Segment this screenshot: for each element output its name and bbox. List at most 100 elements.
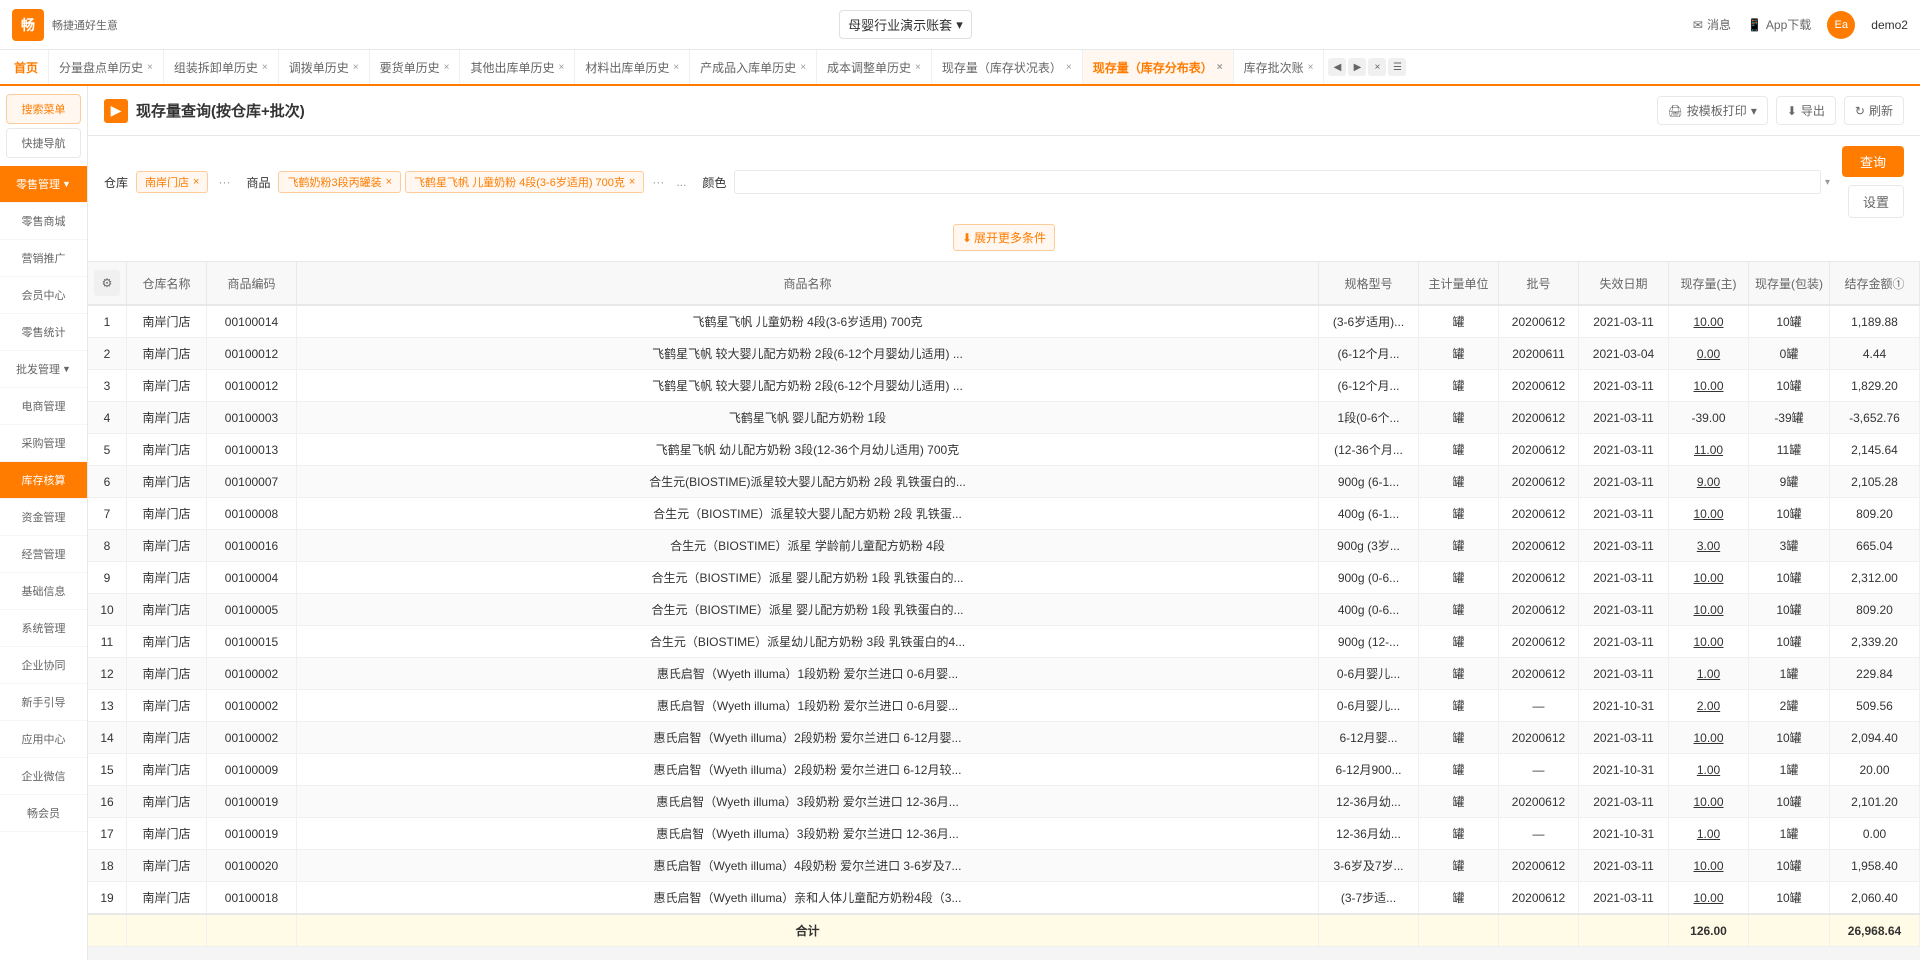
sidebar-item-inventory[interactable]: 库存核算 <box>0 462 87 499</box>
sidebar-item-wechat[interactable]: 企业微信 <box>0 758 87 795</box>
tab-home[interactable]: 首页 <box>4 50 49 85</box>
tab-close-icon[interactable]: × <box>800 62 806 73</box>
message-label: 消息 <box>1707 16 1731 33</box>
cell-stock-main[interactable]: 1.00 <box>1669 818 1749 850</box>
product-tag-close[interactable]: × <box>629 176 635 188</box>
cell-code: 00100020 <box>207 850 297 882</box>
cell-stock-main[interactable]: 10.00 <box>1669 626 1749 658</box>
color-input[interactable] <box>734 170 1821 194</box>
tab-menu[interactable]: ☰ <box>1388 58 1406 76</box>
sidebar-item-retail[interactable]: 零售管理 ▼ <box>0 166 87 203</box>
app-download-btn[interactable]: 📱 App下载 <box>1747 16 1811 33</box>
tab-material-out[interactable]: 材料出库单历史 × <box>575 50 690 85</box>
template-print-btn[interactable]: 🖨 按模板打印 ▾ <box>1657 96 1768 125</box>
tab-close-icon[interactable]: × <box>147 62 153 73</box>
tab-disassemble[interactable]: 组装拆卸单历史 × <box>164 50 279 85</box>
sidebar-item-appstore[interactable]: 应用中心 <box>0 721 87 758</box>
footer-empty <box>1419 914 1499 947</box>
cell-stock-main[interactable]: 1.00 <box>1669 754 1749 786</box>
sidebar-item-newguide[interactable]: 新手引导 <box>0 684 87 721</box>
tab-other-out[interactable]: 其他出库单历史 × <box>460 50 575 85</box>
tab-product-in[interactable]: 产成品入库单历史 × <box>690 50 817 85</box>
tab-close-all[interactable]: × <box>1368 58 1386 76</box>
tab-stock-dist[interactable]: 现存量（库存分布表） × <box>1083 50 1234 85</box>
sidebar-item-retail-shop[interactable]: 零售商城 <box>0 203 87 240</box>
tab-close-icon[interactable]: × <box>1308 62 1314 73</box>
cell-stock-main[interactable]: 10.00 <box>1669 882 1749 915</box>
cell-stock-main[interactable]: 9.00 <box>1669 466 1749 498</box>
sidebar-item-enterprise[interactable]: 企业协同 <box>0 647 87 684</box>
tab-label: 现存量（库存状况表） <box>942 59 1062 76</box>
cell-stock-main[interactable]: 1.00 <box>1669 658 1749 690</box>
tab-prev-arrow[interactable]: ◀ <box>1328 58 1346 76</box>
tab-next-arrow[interactable]: ▶ <box>1348 58 1366 76</box>
cell-stock-main[interactable]: 10.00 <box>1669 305 1749 338</box>
chevron-down-icon: ▼ <box>62 364 71 374</box>
cell-stock-main[interactable]: 10.00 <box>1669 786 1749 818</box>
tab-close-icon[interactable]: × <box>1217 62 1223 73</box>
cell-spec: 900g (12-... <box>1319 626 1419 658</box>
cell-stock-main[interactable]: 10.00 <box>1669 722 1749 754</box>
dropdown-icon: ▾ <box>1751 104 1757 118</box>
search-menu-btn[interactable]: 搜索菜单 <box>6 94 81 124</box>
product-more-btn[interactable]: ··· <box>648 175 668 189</box>
refresh-btn[interactable]: ↻ 刷新 <box>1844 96 1904 125</box>
sidebar-item-finance[interactable]: 资金管理 <box>0 499 87 536</box>
cell-stock-main[interactable]: -39.00 <box>1669 402 1749 434</box>
tab-close-icon[interactable]: × <box>262 62 268 73</box>
expand-conditions-btn[interactable]: ⬇ 展开更多条件 <box>953 224 1055 251</box>
tab-batch-ledger[interactable]: 库存批次账 × <box>1234 50 1325 85</box>
settings-button[interactable]: 设置 <box>1848 185 1904 218</box>
cell-stock-main[interactable]: 10.00 <box>1669 498 1749 530</box>
sidebar-item-system[interactable]: 系统管理 <box>0 610 87 647</box>
tab-close-icon[interactable]: × <box>915 62 921 73</box>
cell-name: 惠氏启智（Wyeth illuma）4段奶粉 爱尔兰进口 3-6岁及7... <box>297 850 1319 882</box>
cell-stock-main[interactable]: 10.00 <box>1669 594 1749 626</box>
cell-stock-main[interactable]: 0.00 <box>1669 338 1749 370</box>
cell-unit: 罐 <box>1419 594 1499 626</box>
cell-stock-main[interactable]: 2.00 <box>1669 690 1749 722</box>
tab-close-icon[interactable]: × <box>444 62 450 73</box>
sidebar-item-marketing[interactable]: 营销推广 <box>0 240 87 277</box>
product-tag-close[interactable]: × <box>386 176 392 188</box>
sidebar-item-member[interactable]: 会员中心 <box>0 277 87 314</box>
tab-close-icon[interactable]: × <box>1066 62 1072 73</box>
message-btn[interactable]: ✉ 消息 <box>1693 16 1731 33</box>
cell-stock-main[interactable]: 11.00 <box>1669 434 1749 466</box>
table-settings-icon[interactable]: ⚙ <box>94 270 120 296</box>
sidebar-item-retail-stats[interactable]: 零售统计 <box>0 314 87 351</box>
tab-close-icon[interactable]: × <box>673 62 679 73</box>
cell-stock-main[interactable]: 10.00 <box>1669 850 1749 882</box>
tab-cost-adjust[interactable]: 成本调整单历史 × <box>817 50 932 85</box>
cell-batch: 20200612 <box>1499 434 1579 466</box>
warehouse-tag-close[interactable]: × <box>193 176 199 188</box>
cell-stock-main[interactable]: 10.00 <box>1669 562 1749 594</box>
tab-close-icon[interactable]: × <box>353 62 359 73</box>
sidebar-item-purchase[interactable]: 采购管理 <box>0 425 87 462</box>
export-btn[interactable]: ⬇ 导出 <box>1776 96 1836 125</box>
user-avatar[interactable]: Ea <box>1827 11 1855 39</box>
tab-stock-status[interactable]: 现存量（库存状况表） × <box>932 50 1083 85</box>
sidebar-item-management[interactable]: 经营管理 <box>0 536 87 573</box>
cell-code: 00100009 <box>207 754 297 786</box>
tab-mix[interactable]: 调拨单历史 × <box>279 50 370 85</box>
tab-close-icon[interactable]: × <box>558 62 564 73</box>
tab-request[interactable]: 要货单历史 × <box>370 50 461 85</box>
sidebar-item-member2[interactable]: 畅会员 <box>0 795 87 832</box>
workspace-selector[interactable]: 母婴行业演示账套 ▾ <box>839 10 972 39</box>
cell-code: 00100019 <box>207 818 297 850</box>
footer-empty <box>88 914 127 947</box>
sidebar-item-wholesale[interactable]: 批发管理 ▼ <box>0 351 87 388</box>
cell-stock-main[interactable]: 3.00 <box>1669 530 1749 562</box>
color-expand-icon[interactable]: ▾ <box>1825 177 1830 188</box>
page-expand-btn[interactable]: ▶ <box>104 99 128 123</box>
query-button[interactable]: 查询 <box>1842 146 1904 177</box>
product-dots-2[interactable]: ... <box>672 175 690 189</box>
quicknav-btn[interactable]: 快捷导航 <box>6 128 81 158</box>
tab-split-inventory[interactable]: 分量盘点单历史 × <box>49 50 164 85</box>
sidebar-item-ecommerce[interactable]: 电商管理 <box>0 388 87 425</box>
warehouse-more-btn[interactable]: ··· <box>214 175 234 189</box>
sidebar-item-basic[interactable]: 基础信息 <box>0 573 87 610</box>
cell-stock-main[interactable]: 10.00 <box>1669 370 1749 402</box>
cell-idx: 4 <box>88 402 127 434</box>
